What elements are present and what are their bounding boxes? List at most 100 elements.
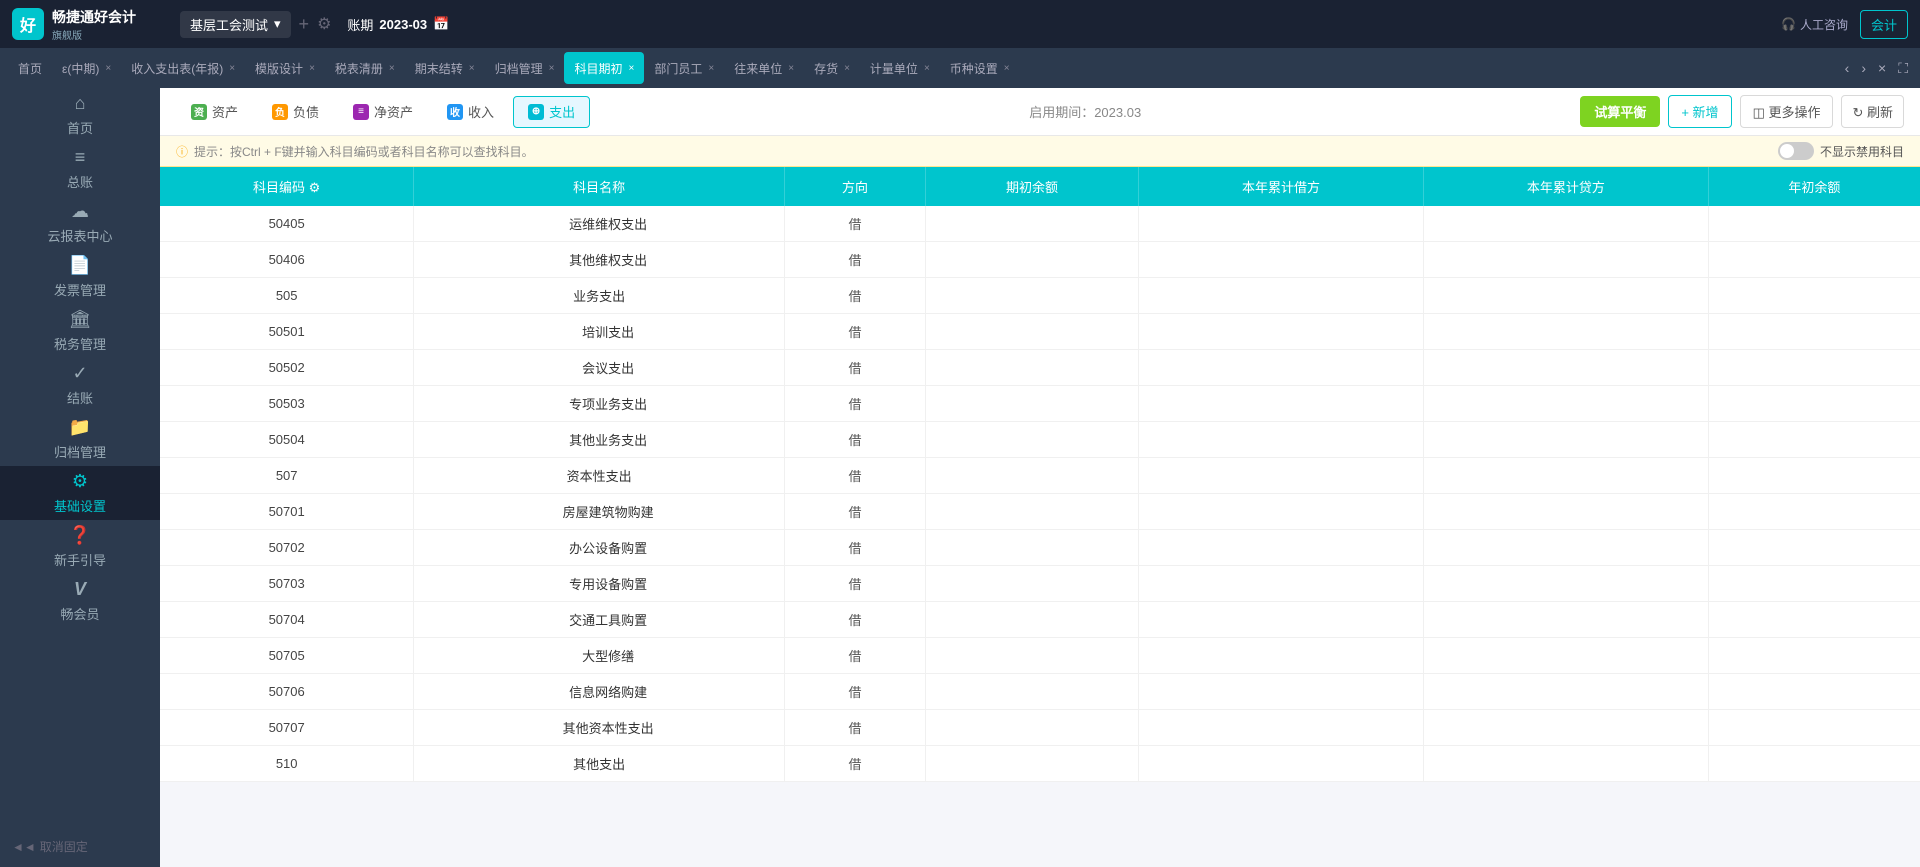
close-icon[interactable]: × bbox=[708, 63, 714, 74]
tab-close-all[interactable]: × bbox=[1874, 58, 1890, 78]
cell-code: 50706 bbox=[160, 674, 414, 710]
sidebar-item-archive[interactable]: 📁 归档管理 bbox=[0, 412, 160, 466]
tab-home[interactable]: 首页 bbox=[8, 52, 52, 84]
tab-mid[interactable]: ε(中期) × bbox=[52, 52, 121, 84]
tab-dept[interactable]: 部门员工 × bbox=[644, 52, 724, 84]
cell-code: 507 bbox=[160, 458, 414, 494]
content-area: 资 资产 负 负债 ≡ 净资产 收 收入 ⊕ 支出 启用期间：2023.03 试… bbox=[160, 88, 1920, 867]
tab-archive[interactable]: 归档管理 × bbox=[485, 52, 565, 84]
table-row[interactable]: 50707其他资本性支出借 bbox=[160, 710, 1920, 746]
sub-tab-bar: 资 资产 负 负债 ≡ 净资产 收 收入 ⊕ 支出 启用期间：2023.03 试… bbox=[160, 88, 1920, 136]
tab-taxlist-label: 税表清册 bbox=[335, 60, 383, 77]
sidebar-item-cloud[interactable]: ☁ 云报表中心 bbox=[0, 196, 160, 250]
balance-button[interactable]: 试算平衡 bbox=[1580, 96, 1660, 127]
tab-currency-label: 币种设置 bbox=[950, 60, 998, 77]
sidebar-item-home[interactable]: ⌂ 首页 bbox=[0, 88, 160, 142]
project-selector[interactable]: 基层工会测试 ▾ bbox=[180, 11, 291, 38]
sidebar-item-ledger[interactable]: ≡ 总账 bbox=[0, 142, 160, 196]
cell-name: 房屋建筑物购建 bbox=[414, 494, 785, 530]
table-row[interactable]: 50702办公设备购置借 bbox=[160, 530, 1920, 566]
sidebar-item-invoice[interactable]: 📄 发票管理 bbox=[0, 250, 160, 304]
support-button[interactable]: 🎧 人工咨询 bbox=[1781, 16, 1848, 33]
cell-year-init bbox=[1708, 458, 1920, 494]
sub-tab-equity[interactable]: ≡ 净资产 bbox=[338, 96, 428, 128]
member-icon: V bbox=[74, 579, 86, 600]
cell-name: 会议支出 bbox=[414, 350, 785, 386]
close-icon[interactable]: × bbox=[629, 63, 635, 74]
cell-year-init bbox=[1708, 530, 1920, 566]
add-project-icon[interactable]: + bbox=[299, 14, 310, 35]
cell-direction: 借 bbox=[784, 206, 925, 242]
close-icon[interactable]: × bbox=[1004, 63, 1010, 74]
cell-year-init bbox=[1708, 422, 1920, 458]
sidebar-collapse[interactable]: ◄◄ 取消固定 bbox=[0, 826, 160, 867]
tab-scroll-left[interactable]: ‹ bbox=[1841, 58, 1854, 78]
collapse-icon: ◄◄ bbox=[12, 840, 36, 854]
sidebar-item-guide[interactable]: ❓ 新手引导 bbox=[0, 520, 160, 574]
cell-ytd-credit bbox=[1423, 278, 1708, 314]
tab-annual[interactable]: 收入支出表(年报) × bbox=[121, 52, 245, 84]
tab-taxlist[interactable]: 税表清册 × bbox=[325, 52, 405, 84]
tab-template[interactable]: 模版设计 × bbox=[245, 52, 325, 84]
tab-inventory[interactable]: 存货 × bbox=[804, 52, 860, 84]
cell-init-balance bbox=[926, 674, 1139, 710]
cell-init-balance bbox=[926, 422, 1139, 458]
invoice-icon: 📄 bbox=[69, 255, 91, 276]
refresh-button[interactable]: ↻ 刷新 bbox=[1841, 95, 1904, 128]
close-icon[interactable]: × bbox=[309, 63, 315, 74]
cell-ytd-debit bbox=[1139, 638, 1424, 674]
tab-unit[interactable]: 计量单位 × bbox=[860, 52, 940, 84]
home-icon: ⌂ bbox=[75, 93, 86, 114]
cell-ytd-credit bbox=[1423, 494, 1708, 530]
table-row[interactable]: 50706信息网络购建借 bbox=[160, 674, 1920, 710]
sub-tab-expense[interactable]: ⊕ 支出 bbox=[513, 96, 590, 128]
more-button[interactable]: ◫ 更多操作 bbox=[1740, 95, 1834, 128]
table-row[interactable]: 50703专用设备购置借 bbox=[160, 566, 1920, 602]
table-row[interactable]: 50502会议支出借 bbox=[160, 350, 1920, 386]
table-row[interactable]: 50406其他维权支出借 bbox=[160, 242, 1920, 278]
cell-ytd-debit bbox=[1139, 314, 1424, 350]
close-icon[interactable]: × bbox=[549, 63, 555, 74]
tab-yearend[interactable]: 期末结转 × bbox=[405, 52, 485, 84]
disable-toggle[interactable] bbox=[1778, 142, 1814, 160]
close-icon[interactable]: × bbox=[788, 63, 794, 74]
table-row[interactable]: 50705大型修缮借 bbox=[160, 638, 1920, 674]
table-row[interactable]: 50405运维维权支出借 bbox=[160, 206, 1920, 242]
table-row[interactable]: 50504其他业务支出借 bbox=[160, 422, 1920, 458]
table-row[interactable]: 505业务支出借 bbox=[160, 278, 1920, 314]
table-row[interactable]: 510其他支出借 bbox=[160, 746, 1920, 782]
account-button[interactable]: 会计 bbox=[1860, 10, 1908, 39]
close-icon[interactable]: × bbox=[229, 63, 235, 74]
close-icon[interactable]: × bbox=[924, 63, 930, 74]
sidebar-tax-label: 税务管理 bbox=[54, 334, 106, 353]
sub-tab-liabilities[interactable]: 负 负债 bbox=[257, 96, 334, 128]
tab-currency[interactable]: 币种设置 × bbox=[940, 52, 1020, 84]
table-row[interactable]: 50701房屋建筑物购建借 bbox=[160, 494, 1920, 530]
sub-tab-income[interactable]: 收 收入 bbox=[432, 96, 509, 128]
close-icon[interactable]: × bbox=[844, 63, 850, 74]
sub-tab-liabilities-label: 负债 bbox=[293, 102, 319, 121]
close-icon[interactable]: × bbox=[105, 63, 111, 74]
table-row[interactable]: 50503专项业务支出借 bbox=[160, 386, 1920, 422]
close-icon[interactable]: × bbox=[469, 63, 475, 74]
sidebar-item-member[interactable]: V 畅会员 bbox=[0, 574, 160, 628]
table-row[interactable]: 507资本性支出借 bbox=[160, 458, 1920, 494]
logo-area: 好 畅捷通好会计 旗舰版 bbox=[12, 7, 172, 42]
add-button[interactable]: + 新增 bbox=[1668, 95, 1731, 128]
calendar-icon[interactable]: 📅 bbox=[433, 16, 449, 32]
table-row[interactable]: 50501培训支出借 bbox=[160, 314, 1920, 350]
tax-icon: 🏛 bbox=[69, 309, 92, 330]
gear-icon[interactable]: ⚙ bbox=[309, 180, 321, 195]
tab-scroll-right[interactable]: › bbox=[1857, 58, 1870, 78]
th-direction: 方向 bbox=[784, 167, 925, 206]
tab-subject-init[interactable]: 科目期初 × bbox=[564, 52, 644, 84]
sidebar-item-settings[interactable]: ⚙ 基础设置 bbox=[0, 466, 160, 520]
table-row[interactable]: 50704交通工具购置借 bbox=[160, 602, 1920, 638]
sidebar-item-close[interactable]: ✓ 结账 bbox=[0, 358, 160, 412]
sub-tab-assets[interactable]: 资 资产 bbox=[176, 96, 253, 128]
tab-maximize[interactable]: ⛶ bbox=[1894, 58, 1912, 79]
tab-partner[interactable]: 往来单位 × bbox=[724, 52, 804, 84]
sidebar-item-tax[interactable]: 🏛 税务管理 bbox=[0, 304, 160, 358]
settings-icon[interactable]: ⚙ bbox=[317, 14, 331, 34]
close-icon[interactable]: × bbox=[389, 63, 395, 74]
